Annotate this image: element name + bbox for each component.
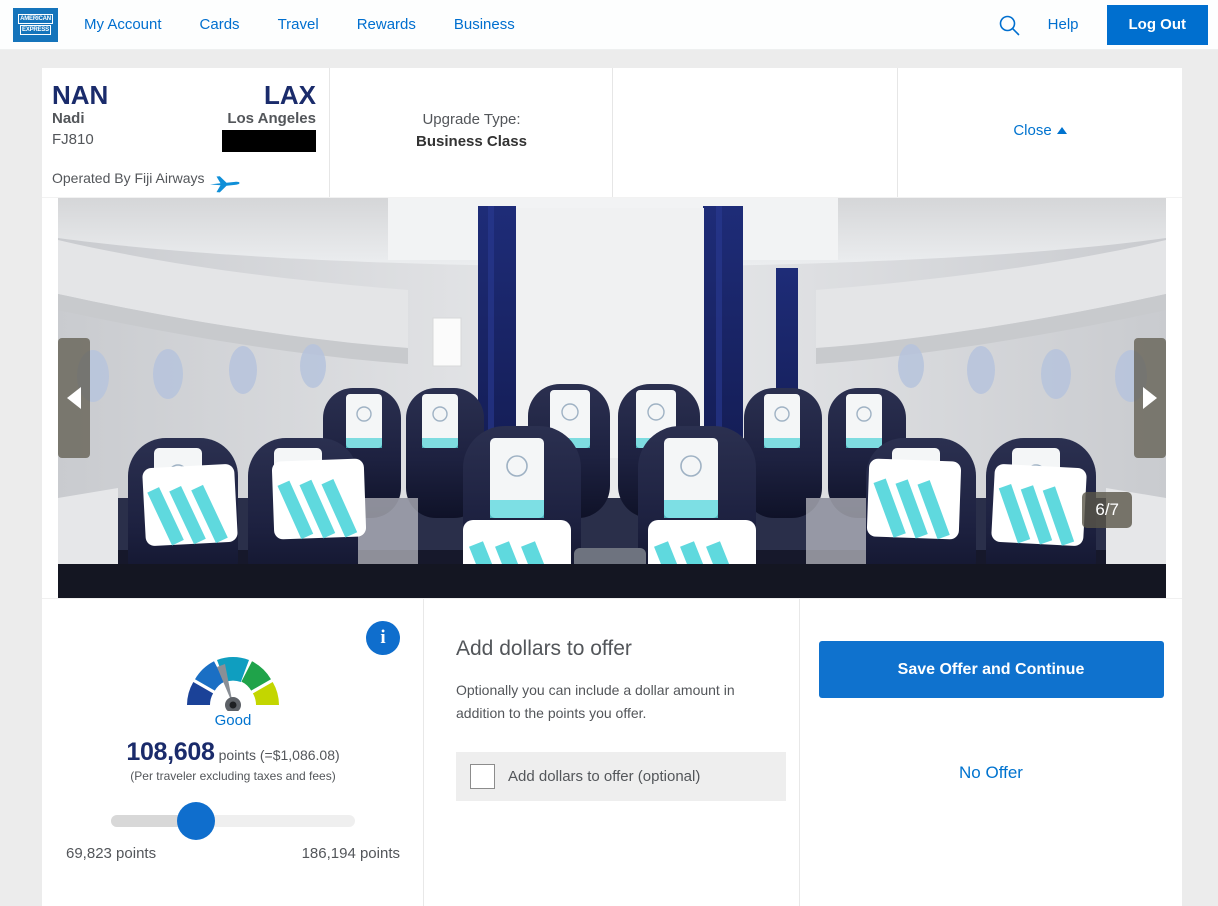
- add-dollars-checkbox-row[interactable]: Add dollars to offer (optional): [456, 752, 786, 801]
- offer-actions-column: Save Offer and Continue No Offer: [800, 599, 1182, 906]
- origin-city-name: Nadi: [52, 110, 85, 127]
- close-panel-button[interactable]: Close: [1013, 122, 1067, 139]
- upgrade-type-section: Upgrade Type: Business Class: [330, 68, 613, 197]
- american-express-logo[interactable]: AMERICAN EXPRESS: [13, 7, 58, 42]
- carousel-prev-button[interactable]: [58, 338, 90, 458]
- add-dollars-checkbox-label: Add dollars to offer (optional): [508, 768, 701, 785]
- add-dollars-description: Optionally you can include a dollar amou…: [456, 682, 735, 721]
- add-dollars-checkbox[interactable]: [470, 764, 495, 789]
- points-note: (Per traveler excluding taxes and fees): [130, 769, 336, 783]
- nav-link-cards[interactable]: Cards: [200, 16, 240, 33]
- redacted-bar: [222, 130, 316, 152]
- cabin-image-carousel[interactable]: 6/7: [58, 198, 1166, 598]
- origin-airport-code: NAN: [52, 80, 109, 110]
- header-spacer-section: [613, 68, 898, 197]
- logo-line-2: EXPRESS: [20, 25, 51, 35]
- airplane-icon: [208, 170, 242, 196]
- destination-city-name: Los Angeles: [227, 110, 316, 127]
- points-value: 108,608: [126, 738, 215, 766]
- offer-controls-row: i Good 108,608 points (=$1,086.08) (Per …: [42, 598, 1182, 906]
- upgrade-type-value: Business Class: [416, 132, 527, 150]
- nav-right-group: Help Log Out: [998, 4, 1218, 45]
- save-offer-and-continue-button[interactable]: Save Offer and Continue: [818, 641, 1164, 698]
- slider-min-label: 69,823 points: [66, 845, 157, 862]
- add-dollars-column: Add dollars to offer Optionally you can …: [424, 599, 800, 906]
- gauge-rating-label: Good: [214, 712, 252, 729]
- help-link[interactable]: Help: [1048, 16, 1079, 33]
- upgrade-offer-card: NAN Nadi FJ810 LAX Los Angeles Operated …: [42, 68, 1182, 906]
- carousel-counter: 6/7: [1082, 492, 1132, 528]
- upgrade-type-label: Upgrade Type:: [422, 110, 521, 128]
- slider-track[interactable]: [111, 802, 355, 840]
- destination-block: LAX Los Angeles: [222, 81, 316, 152]
- logo-line-1: AMERICAN: [18, 14, 53, 24]
- caret-up-icon: [1056, 127, 1067, 134]
- points-unit-label: points (=$1,086.08): [218, 747, 340, 763]
- cabin-photo: [58, 198, 1166, 598]
- offer-strength-gauge: Good: [42, 649, 424, 729]
- route-codes-row: NAN Nadi FJ810 LAX Los Angeles: [52, 81, 316, 152]
- slider-range-labels: 69,823 points 186,194 points: [66, 845, 400, 862]
- search-icon[interactable]: [998, 14, 1020, 36]
- nav-link-my-account[interactable]: My Account: [84, 16, 162, 33]
- nav-link-travel[interactable]: Travel: [278, 16, 319, 33]
- points-offer-column: i Good 108,608 points (=$1,086.08) (Per …: [42, 599, 424, 906]
- flight-number: FJ810: [52, 131, 94, 148]
- no-offer-link[interactable]: No Offer: [800, 763, 1182, 783]
- chevron-right-icon: [1143, 387, 1157, 409]
- close-section: Close: [898, 68, 1182, 197]
- primary-nav-links: My Account Cards Travel Rewards Business: [84, 16, 553, 33]
- points-summary: 108,608 points (=$1,086.08) (Per traveler…: [42, 738, 424, 783]
- destination-airport-code: LAX: [264, 80, 316, 110]
- add-dollars-title: Add dollars to offer: [456, 637, 632, 660]
- chevron-left-icon: [67, 387, 81, 409]
- slider-thumb[interactable]: [177, 802, 216, 840]
- flight-route-section: NAN Nadi FJ810 LAX Los Angeles Operated …: [42, 68, 330, 197]
- close-label: Close: [1013, 122, 1052, 139]
- carousel-next-button[interactable]: [1134, 338, 1166, 458]
- flight-header: NAN Nadi FJ810 LAX Los Angeles Operated …: [42, 68, 1182, 198]
- gauge-dial: [187, 657, 279, 711]
- top-navigation-bar: AMERICAN EXPRESS My Account Cards Travel…: [0, 0, 1218, 50]
- points-slider[interactable]: 69,823 points 186,194 points: [54, 802, 412, 862]
- origin-block: NAN Nadi FJ810: [52, 81, 108, 151]
- operated-by-text: Operated By Fiji Airways: [52, 170, 205, 186]
- info-icon[interactable]: i: [366, 621, 400, 655]
- nav-link-business[interactable]: Business: [454, 16, 515, 33]
- log-out-button[interactable]: Log Out: [1106, 4, 1208, 45]
- slider-max-label: 186,194 points: [301, 845, 400, 862]
- nav-link-rewards[interactable]: Rewards: [357, 16, 416, 33]
